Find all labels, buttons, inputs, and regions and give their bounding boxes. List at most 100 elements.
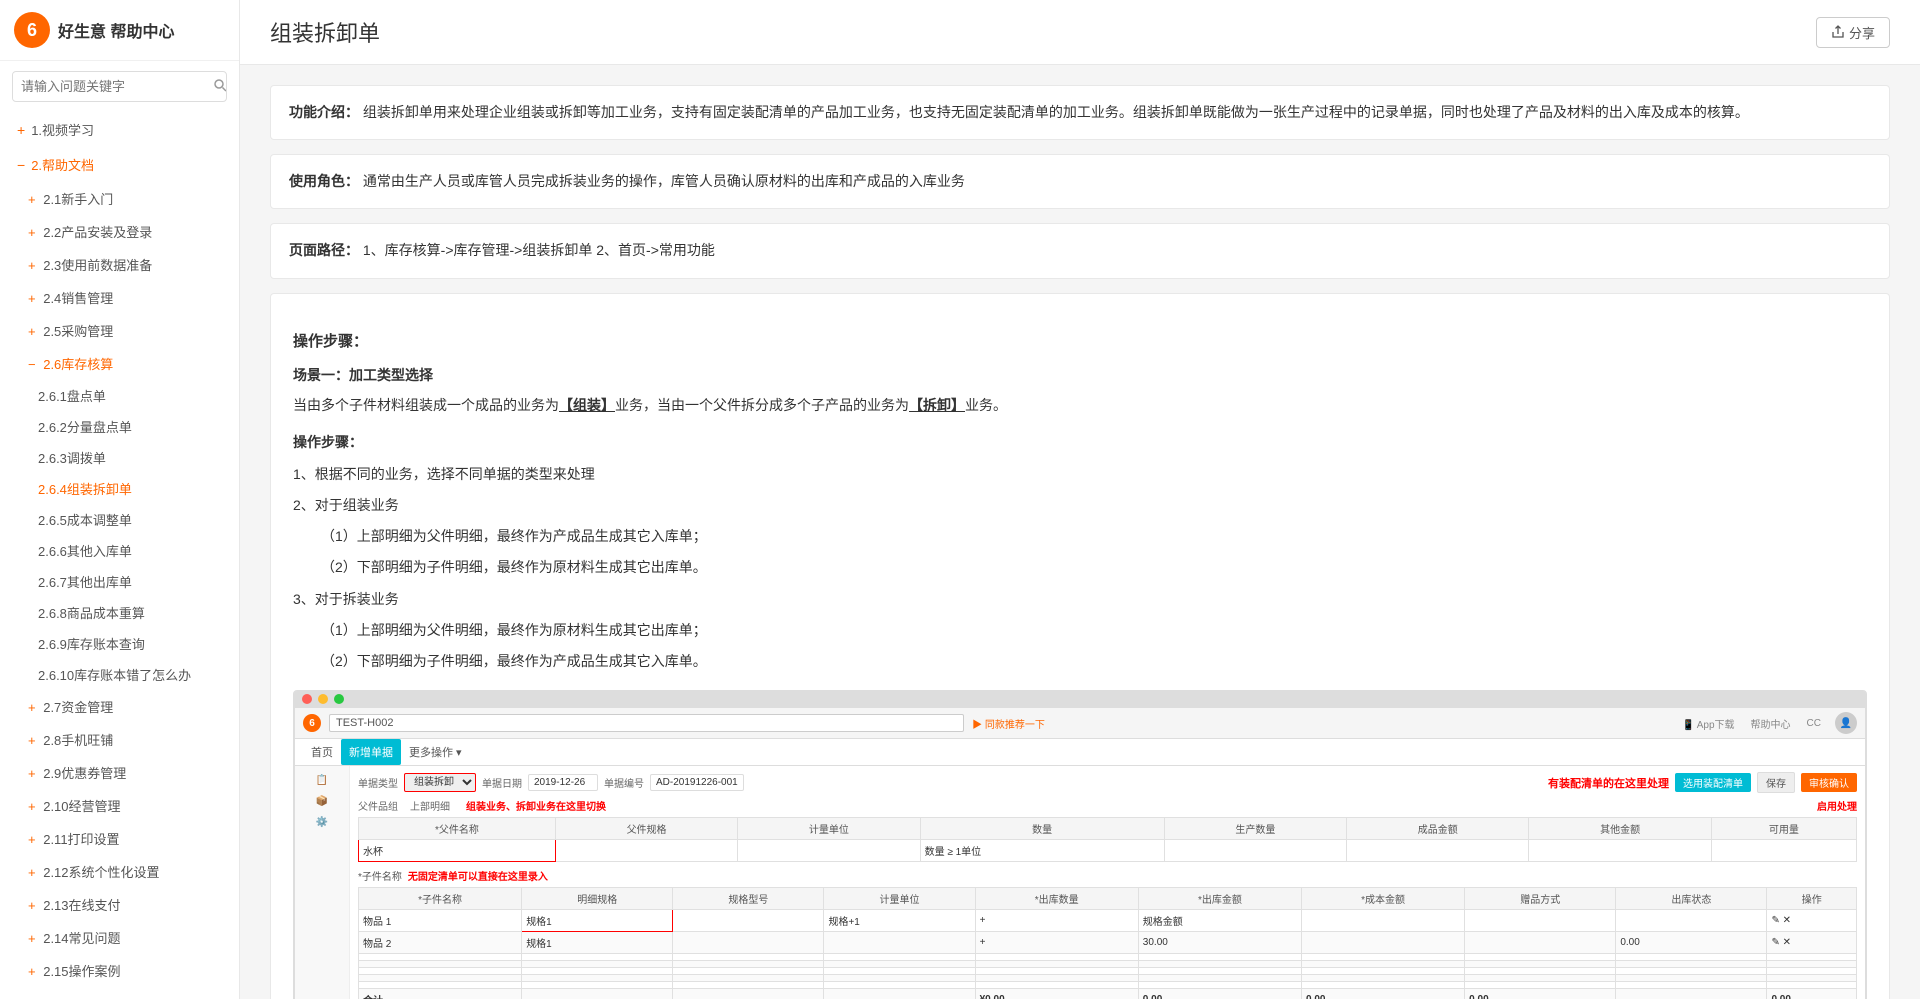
sidebar-item-stocktake[interactable]: 2.6.1盘点单 [0,380,239,411]
mini-content: 📋 📦 ⚙️ 单据类型 组装拆卸 [295,766,1865,999]
plus-icon-coupon: + [28,766,36,781]
mini-save-btn[interactable]: 保存 [1757,772,1795,793]
mini-form-row1: 单据类型 组装拆卸 单据日期 2019-12-26 单据编号 AD-201912… [358,772,1857,793]
maximize-btn-icon [334,694,344,704]
content-area: 功能介绍： 组装拆卸单用来处理企业组装或拆卸等加工业务，支持有固定装配清单的产品… [240,65,1920,999]
mini-nav-home[interactable]: 首页 [303,739,341,765]
mini-type-label: 单据类型 [358,775,398,790]
sidebar-header: 6 好生意 帮助中心 [0,0,239,61]
plus-icon-print: + [28,832,36,847]
sidebar-item-newbie[interactable]: + 2.1新手入门 [0,182,239,215]
sidebar-item-transfer[interactable]: 2.6.3调拨单 [0,442,239,473]
mini-sidebar-item-2[interactable]: 📦 [295,791,349,812]
step2: 2、对于组装业务 [293,493,1867,518]
plus-icon: + [17,122,25,138]
mini-nav-new[interactable]: 新增单据 [341,739,401,765]
sidebar-item-docs[interactable]: − 2.帮助文档 [0,147,239,182]
plus-icon-finance: + [28,700,36,715]
sidebar: 6 好生意 帮助中心 + 1.视频学习 − 2.帮助文档 + 2.1新手入门 +… [0,0,240,999]
mini-sidebar-item-1[interactable]: 📋 [295,770,349,791]
role-label: 使用角色： [289,173,359,189]
minimize-btn-icon [318,694,328,704]
app-name: 好生意 帮助中心 [58,18,174,42]
mini-child-row-2: 物品 2 规格1 + 30.00 0.00 [359,932,1857,954]
mini-sidebar-item-3[interactable]: ⚙️ [295,812,349,833]
step1: 1、根据不同的业务，选择不同单据的类型来处理 [293,462,1867,487]
logo-icon: 6 [14,12,50,48]
intro-text: 组装拆卸单用来处理企业组装或拆卸等加工业务，支持有固定装配清单的产品加工业务，也… [363,104,1749,120]
search-button[interactable] [205,72,227,101]
mini-child-row-5 [359,968,1857,975]
step2-2: （2）下部明细为子件明细，最终作为原材料生成其它出库单。 [321,555,1867,580]
ops-block: 操作步骤： 场景一：加工类型选择 当由多个子件材料组装成一个成品的业务为【组装】… [270,293,1890,999]
mini-date-label: 单据日期 [482,775,522,790]
mini-child-row-7 [359,982,1857,989]
search-box[interactable] [12,71,227,102]
path-block: 页面路径： 1、库存核算->库存管理->组装拆卸单 2、首页->常用功能 [270,223,1890,278]
nav-section: + 1.视频学习 − 2.帮助文档 + 2.1新手入门 + 2.2产品安装及登录… [0,112,239,987]
mini-type-select[interactable]: 组装拆卸 [404,773,476,792]
mini-child-row-6 [359,975,1857,982]
mini-child-footer: 合计 ¥0.00 0.00 0.00 0.00 [359,989,1857,999]
screenshot-toolbar [294,691,1866,707]
plus-icon-data: + [28,258,36,273]
sidebar-item-coupon[interactable]: + 2.9优惠券管理 [0,756,239,789]
sidebar-item-payment[interactable]: + 2.13在线支付 [0,888,239,921]
sidebar-item-mobile[interactable]: + 2.8手机旺铺 [0,723,239,756]
mini-date-value: 2019-12-26 [528,774,598,791]
ops-title: 操作步骤： [293,330,1867,351]
assembly-type-annotation: 组装业务、拆卸业务在这里切换 [466,798,606,813]
mini-nav-more[interactable]: 更多操作 ▾ [401,739,470,765]
mini-sidebar: 📋 📦 ⚙️ [295,766,350,999]
sub-annotation: 无固定清单可以直接在这里录入 [408,868,548,883]
plus-icon-newbie: + [28,192,36,207]
plus-icon-faq: + [28,931,36,946]
sidebar-item-data[interactable]: + 2.3使用前数据准备 [0,248,239,281]
main-content: 组装拆卸单 分享 功能介绍： 组装拆卸单用来处理企业组装或拆卸等加工业务，支持有… [240,0,1920,999]
mini-select-bom-btn[interactable]: 选用装配清单 [1675,773,1751,792]
sidebar-item-inbound[interactable]: 2.6.6其他入库单 [0,535,239,566]
sidebar-item-faq[interactable]: + 2.14常见问题 [0,921,239,954]
sidebar-item-partial[interactable]: 2.6.2分量盘点单 [0,411,239,442]
sidebar-item-costrecalc[interactable]: 2.6.8商品成本重算 [0,597,239,628]
main-header: 组装拆卸单 分享 [240,0,1920,65]
screenshot-container: 6 TEST-H002 ▶ 同款推荐一下 📱 App下载 帮助中心 CC 👤 首… [293,690,1867,999]
share-button[interactable]: 分享 [1816,17,1890,48]
sidebar-item-costadj[interactable]: 2.6.5成本调整单 [0,504,239,535]
plus-icon-settings: + [28,865,36,880]
mini-type-toggle-row: 父件品组 上部明细 组装业务、拆卸业务在这里切换 启用处理 [358,798,1857,813]
sidebar-item-assembly[interactable]: 2.6.4组装拆卸单 [0,473,239,504]
plus-icon-sales: + [28,291,36,306]
sidebar-item-stockledger[interactable]: 2.6.9库存账本查询 [0,628,239,659]
scenario1-title: 场景一：加工类型选择 [293,365,1867,385]
sidebar-item-install[interactable]: + 2.2产品安装及登录 [0,215,239,248]
search-input[interactable] [13,73,205,100]
sidebar-item-video[interactable]: + 1.视频学习 [0,112,239,147]
sidebar-item-stock[interactable]: − 2.6库存核算 [0,347,239,380]
sidebar-item-stockerror[interactable]: 2.6.10库存账本错了怎么办 [0,659,239,690]
mini-confirm-btn[interactable]: 审核确认 [1801,773,1857,792]
sidebar-item-video-label: 1.视频学习 [31,120,94,139]
sidebar-item-purchase[interactable]: + 2.5采购管理 [0,314,239,347]
sidebar-item-sales[interactable]: + 2.4销售管理 [0,281,239,314]
plus-icon-install: + [28,225,36,240]
sidebar-item-finance[interactable]: + 2.7资金管理 [0,690,239,723]
mini-child-row-1: 物品 1 规格1 规格+1 + 规格金额 [359,910,1857,932]
minus-icon: − [17,157,25,173]
sidebar-item-print[interactable]: + 2.11打印设置 [0,822,239,855]
step3-2: （2）下部明细为子件明细，最终作为产成品生成其它入库单。 [321,649,1867,674]
mini-child-table: *子件名称 明细规格 规格型号 计量单位 *出库数量 *出库金额 *成本金额 赠… [358,887,1857,999]
mini-logo: 6 [303,714,321,732]
intro-label: 功能介绍： [289,104,359,120]
role-text: 通常由生产人员或库管人员完成拆装业务的操作，库管人员确认原材料的出库和产成品的入… [363,173,965,189]
sidebar-item-cases[interactable]: + 2.15操作案例 [0,954,239,987]
sidebar-item-outbound[interactable]: 2.6.7其他出库单 [0,566,239,597]
sidebar-item-bizops[interactable]: + 2.10经营管理 [0,789,239,822]
plus-icon-cases: + [28,964,36,979]
step3-1: （1）上部明细为父件明细，最终作为原材料生成其它出库单； [321,618,1867,643]
sidebar-item-settings[interactable]: + 2.12系统个性化设置 [0,855,239,888]
ops-steps-title: 操作步骤： [293,432,1867,452]
mini-parent-table: *父件名称 父件规格 计量单位 数量 生产数量 成品金额 其他金额 可用量 [358,817,1857,862]
mini-app: 6 TEST-H002 ▶ 同款推荐一下 📱 App下载 帮助中心 CC 👤 首… [294,707,1866,999]
page-title: 组装拆卸单 [270,16,380,48]
